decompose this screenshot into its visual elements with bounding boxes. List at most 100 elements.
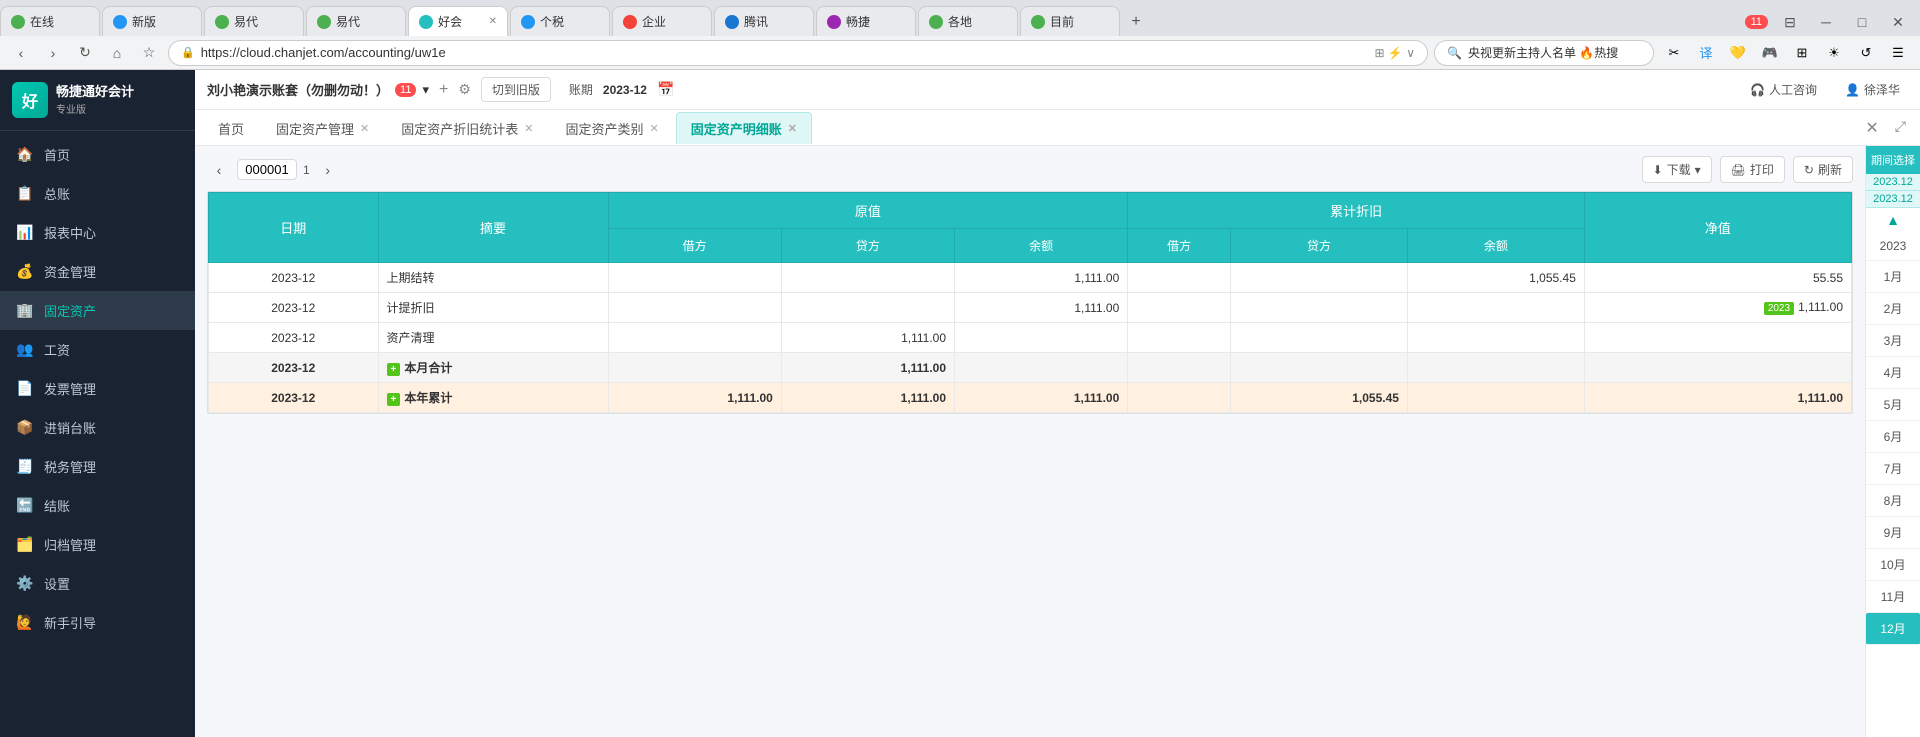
top-bar-actions: 🎧 人工咨询 👤 徐泽华 bbox=[1742, 77, 1908, 102]
browser-tab-online[interactable]: 在线 bbox=[0, 6, 100, 36]
tab-close-icon[interactable]: ✕ bbox=[489, 16, 497, 27]
game-icon[interactable]: 🎮 bbox=[1756, 39, 1784, 67]
cell-dep-credit bbox=[1231, 323, 1408, 353]
nav-item-invoice[interactable]: 📄 发票管理 bbox=[0, 369, 195, 408]
browser-tab-changjie[interactable]: 畅捷 bbox=[816, 6, 916, 36]
period-month-3[interactable]: 3月 bbox=[1866, 325, 1920, 357]
nav-item-close-period[interactable]: 🔚 结账 bbox=[0, 486, 195, 525]
settings-account-icon[interactable]: ⚙ bbox=[458, 81, 471, 98]
refresh-button[interactable]: ↻ 刷新 bbox=[1793, 156, 1853, 183]
invoice-icon: 📄 bbox=[16, 380, 34, 398]
period-month-7[interactable]: 7月 bbox=[1866, 453, 1920, 485]
tab-close-icon[interactable]: ✕ bbox=[650, 122, 659, 135]
next-page-button[interactable]: › bbox=[316, 158, 340, 182]
grid-icon[interactable]: ⊞ bbox=[1788, 39, 1816, 67]
browser-tab-haohui[interactable]: 好会 ✕ bbox=[408, 6, 508, 36]
print-button[interactable]: 🖨 打印 bbox=[1720, 156, 1785, 183]
minimize-button[interactable]: ─ bbox=[1812, 8, 1840, 36]
tab-close-icon[interactable]: ✕ bbox=[360, 122, 369, 135]
nav-label-reports: 报表中心 bbox=[44, 223, 96, 242]
period-month-10[interactable]: 10月 bbox=[1866, 549, 1920, 581]
nav-item-fund[interactable]: 💰 资金管理 bbox=[0, 252, 195, 291]
back-button[interactable]: ‹ bbox=[8, 40, 34, 66]
service-label: 人工咨询 bbox=[1769, 81, 1817, 98]
maximize-button[interactable]: □ bbox=[1848, 8, 1876, 36]
new-tab-button[interactable]: + bbox=[1122, 8, 1150, 36]
nav-item-guide[interactable]: 🙋 新手引导 bbox=[0, 603, 195, 642]
nav-item-tax[interactable]: 🧾 税务管理 bbox=[0, 447, 195, 486]
translate-icon[interactable]: 译 bbox=[1692, 39, 1720, 67]
period-month-2[interactable]: 2月 bbox=[1866, 293, 1920, 325]
period-scroll-up[interactable]: ▲ bbox=[1866, 208, 1920, 232]
bookmark-button[interactable]: ☆ bbox=[136, 40, 162, 66]
period-month-8[interactable]: 8月 bbox=[1866, 485, 1920, 517]
th-dep-debit: 借方 bbox=[1128, 229, 1231, 263]
nav-item-general-ledger[interactable]: 📋 总账 bbox=[0, 174, 195, 213]
tab-list-button[interactable]: ⊟ bbox=[1776, 8, 1804, 36]
nav-item-archive[interactable]: 🗂️ 归档管理 bbox=[0, 525, 195, 564]
nav-item-reports[interactable]: 📊 报表中心 bbox=[0, 213, 195, 252]
period-month-12[interactable]: 12月 bbox=[1866, 613, 1920, 645]
browser-tab-qiye[interactable]: 企业 bbox=[612, 6, 712, 36]
forward-button[interactable]: › bbox=[40, 40, 66, 66]
period-month-5[interactable]: 5月 bbox=[1866, 389, 1920, 421]
nav-item-purchase-sales[interactable]: 📦 进销台账 bbox=[0, 408, 195, 447]
tab-depreciation-stats[interactable]: 固定资产折旧统计表 ✕ bbox=[386, 112, 548, 144]
cell-orig-balance: 1,111.00 bbox=[955, 263, 1128, 293]
nav-item-home[interactable]: 🏠 首页 bbox=[0, 135, 195, 174]
tab-label: 易代 bbox=[234, 13, 258, 30]
home-button[interactable]: ⌂ bbox=[104, 40, 130, 66]
tab-fixed-assets-mgmt[interactable]: 固定资产管理 ✕ bbox=[261, 112, 384, 144]
table-row-month-total: 2023-12 +本月合计 1,111.00 bbox=[209, 353, 1852, 383]
tab-label: 各地 bbox=[948, 13, 972, 30]
service-button[interactable]: 🎧 人工咨询 bbox=[1742, 77, 1825, 102]
scissors-icon[interactable]: ✂ bbox=[1660, 39, 1688, 67]
cell-dep-debit bbox=[1128, 263, 1231, 293]
browser-tab-yidai2[interactable]: 易代 bbox=[306, 6, 406, 36]
period-month-11[interactable]: 11月 bbox=[1866, 581, 1920, 613]
account-selector[interactable]: 刘小艳演示账套（勿删勿动！） 11 ▾ bbox=[207, 80, 429, 99]
pagination-area: ‹ 1 › bbox=[207, 158, 340, 182]
cell-orig-debit bbox=[608, 353, 781, 383]
menu-icon[interactable]: ☰ bbox=[1884, 39, 1912, 67]
period-year-2023[interactable]: 2023 bbox=[1866, 232, 1920, 261]
cell-orig-credit: 1,111.00 bbox=[781, 353, 954, 383]
close-window-button[interactable]: ✕ bbox=[1884, 8, 1912, 36]
sun-icon[interactable]: ☀ bbox=[1820, 39, 1848, 67]
tab-favicon bbox=[623, 15, 637, 29]
history-icon[interactable]: ↺ bbox=[1852, 39, 1880, 67]
period-month-4[interactable]: 4月 bbox=[1866, 357, 1920, 389]
reload-button[interactable]: ↻ bbox=[72, 40, 98, 66]
browser-tab-new[interactable]: 新版 bbox=[102, 6, 202, 36]
collapse-tabs-button[interactable]: ✕ bbox=[1859, 118, 1884, 138]
search-bar[interactable]: 🔍 央视更新主持人名单 🔥热搜 bbox=[1434, 40, 1654, 66]
user-profile-button[interactable]: 👤 徐泽华 bbox=[1837, 77, 1908, 102]
prev-page-button[interactable]: ‹ bbox=[207, 158, 231, 182]
tab-home[interactable]: 首页 bbox=[203, 112, 259, 144]
cell-summary: +本月合计 bbox=[378, 353, 608, 383]
expand-tabs-button[interactable]: ⤢ bbox=[1889, 118, 1912, 138]
period-month-6[interactable]: 6月 bbox=[1866, 421, 1920, 453]
browser-tab-muqian[interactable]: 目前 bbox=[1020, 6, 1120, 36]
period-month-9[interactable]: 9月 bbox=[1866, 517, 1920, 549]
browser-tab-geshui[interactable]: 个税 bbox=[510, 6, 610, 36]
wallet-icon[interactable]: 💛 bbox=[1724, 39, 1752, 67]
browser-tab-tencent[interactable]: 腾讯 bbox=[714, 6, 814, 36]
tab-asset-detail-ledger[interactable]: 固定资产明细账 ✕ bbox=[676, 112, 812, 144]
add-account-button[interactable]: + bbox=[439, 81, 448, 99]
switch-version-button[interactable]: 切到旧版 bbox=[481, 77, 551, 102]
browser-tab-gedi[interactable]: 各地 bbox=[918, 6, 1018, 36]
tab-asset-category[interactable]: 固定资产类别 ✕ bbox=[550, 112, 673, 144]
period-month-1[interactable]: 1月 bbox=[1866, 261, 1920, 293]
nav-item-settings[interactable]: ⚙️ 设置 bbox=[0, 564, 195, 603]
download-button[interactable]: ⬇ 下载 ▾ bbox=[1642, 156, 1712, 183]
browser-tab-yidai1[interactable]: 易代 bbox=[204, 6, 304, 36]
nav-item-payroll[interactable]: 👥 工资 bbox=[0, 330, 195, 369]
period-value: 2023-12 bbox=[603, 83, 647, 97]
address-bar[interactable]: 🔒 https://cloud.chanjet.com/accounting/u… bbox=[168, 40, 1428, 66]
tab-close-icon[interactable]: ✕ bbox=[788, 122, 797, 135]
nav-item-fixed-assets[interactable]: 🏢 固定资产 bbox=[0, 291, 195, 330]
calendar-icon[interactable]: 📅 bbox=[657, 81, 674, 98]
tab-close-icon[interactable]: ✕ bbox=[524, 122, 533, 135]
page-number-input[interactable] bbox=[237, 159, 297, 180]
